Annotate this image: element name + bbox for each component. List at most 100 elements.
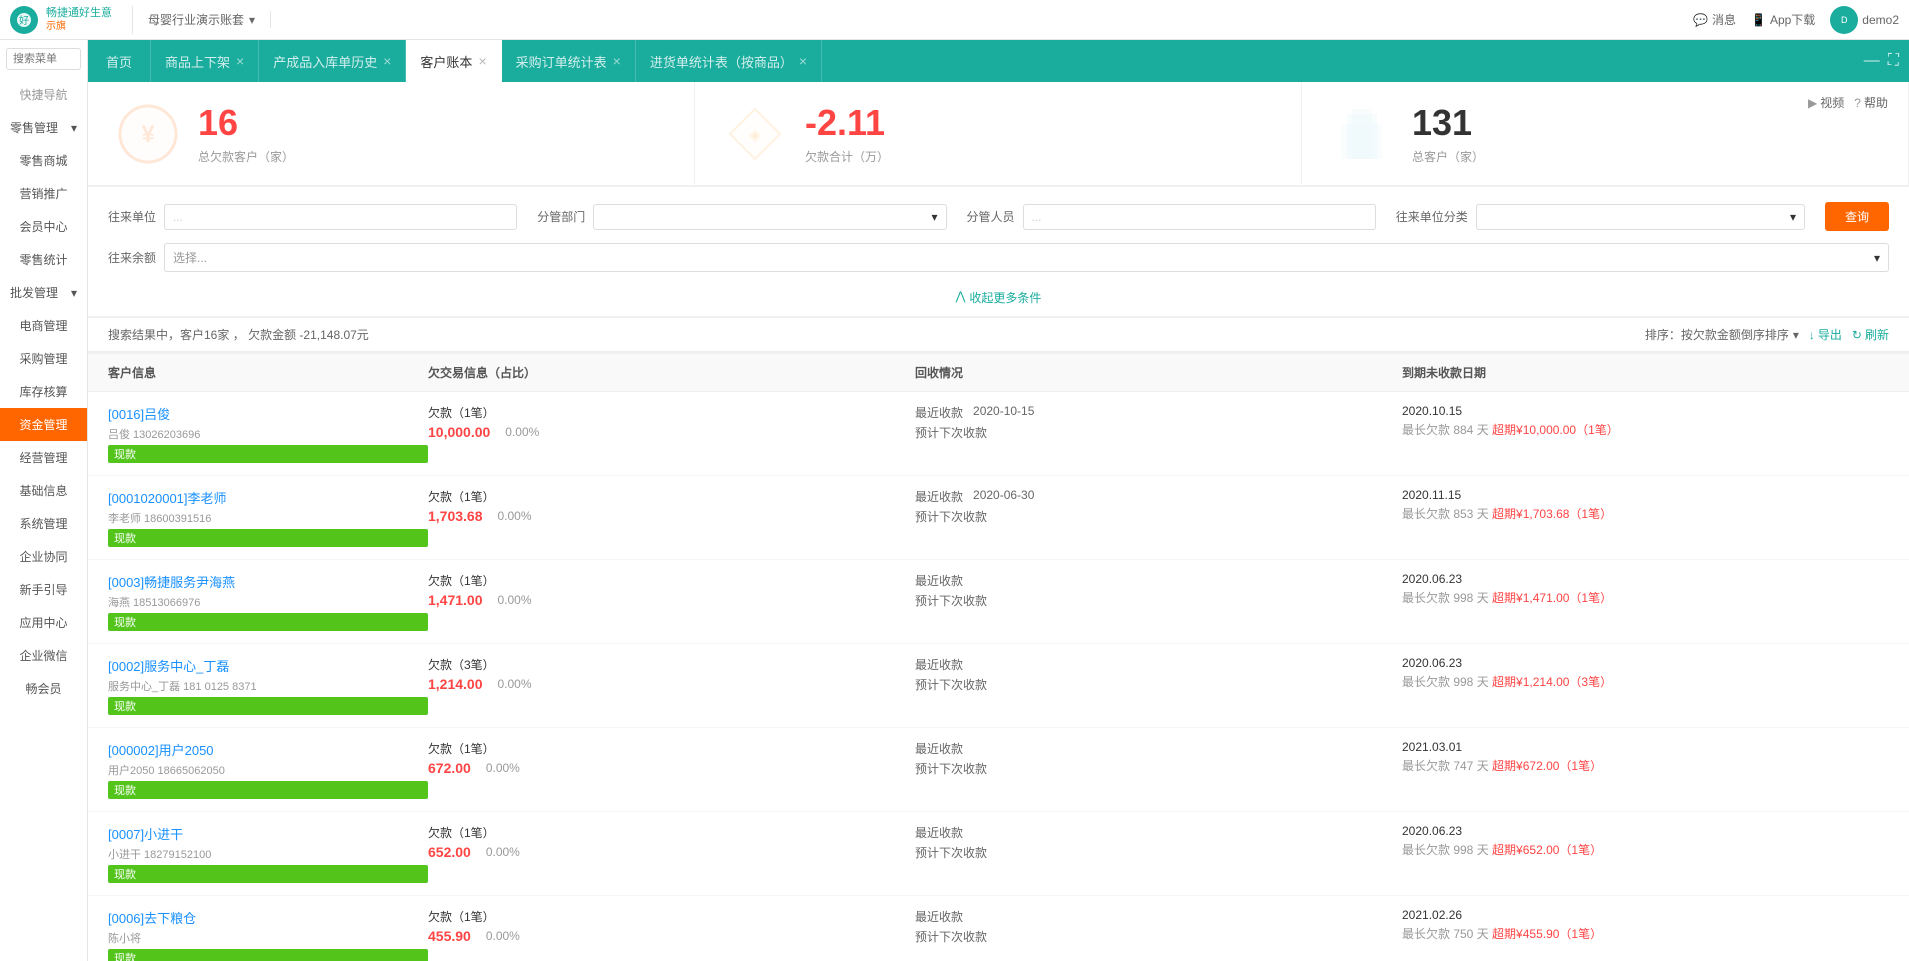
help-icon: ?: [1854, 96, 1861, 110]
filter-person-input[interactable]: ...: [1023, 204, 1376, 230]
app-download-btn[interactable]: 📱 App下载: [1751, 11, 1815, 28]
tab-home[interactable]: 首页: [88, 40, 151, 82]
filter-supplier-input[interactable]: ...: [164, 204, 517, 230]
customer-info-0016: [0016]吕俊 吕俊 13026203696 现款: [108, 404, 428, 463]
logo-area: 好 畅捷通好生意 示旗: [10, 6, 133, 34]
sidebar-item-marketing[interactable]: 营销推广: [0, 177, 87, 210]
tab-product-off[interactable]: 商品上下架 ×: [151, 40, 259, 82]
sidebar-search-area: [0, 40, 87, 78]
col-header-collection: 回收情况: [915, 364, 1402, 381]
overdue-link-4[interactable]: 超期¥672.00（1笔）: [1492, 759, 1602, 773]
sidebar-item-ecommerce-mgmt[interactable]: 电商管理: [0, 309, 87, 342]
stat-info-overdue-amount: -2.11 欠款合计（万）: [805, 102, 889, 165]
tab-close-instock-stats[interactable]: ×: [799, 54, 807, 68]
tag-xian-1: 现款: [108, 529, 428, 547]
sidebar-item-purchase-mgmt[interactable]: 采购管理: [0, 342, 87, 375]
filter-area: 往来单位 ... 分管部门 ▾: [88, 187, 1909, 316]
filter-balance-select[interactable]: 选择... ▾: [164, 243, 1889, 272]
sidebar-item-enterprise-coop[interactable]: 企业协同: [0, 540, 87, 573]
table-row: [0007]小进干 小进干 18279152100 现款 欠款（1笔） 652.…: [88, 812, 1909, 896]
customer-name-0003[interactable]: [0003]畅捷服务尹海燕: [108, 572, 428, 591]
table-row: [0016]吕俊 吕俊 13026203696 现款 欠款（1笔） 10,000…: [88, 392, 1909, 476]
sidebar-item-enterprise-wechat[interactable]: 企业微信: [0, 639, 87, 672]
tab-instock-stats[interactable]: 进货单统计表（按商品） ×: [636, 40, 822, 82]
tab-minimize-btn[interactable]: —: [1864, 52, 1880, 70]
customer-info-000002: [000002]用户2050 用户2050 18665062050 现款: [108, 740, 428, 799]
user-profile[interactable]: D demo2: [1830, 6, 1899, 34]
filter-category: 往来单位分类 ▾: [1396, 204, 1805, 230]
customer-name-000002[interactable]: [000002]用户2050: [108, 740, 428, 759]
sidebar-item-retail-mall[interactable]: 零售商城: [0, 144, 87, 177]
overdue-link-6[interactable]: 超期¥455.90（1笔）: [1492, 927, 1602, 941]
customer-name-00010200[interactable]: [0001020001]李老师: [108, 488, 428, 507]
message-btn[interactable]: 💬 消息: [1693, 11, 1736, 28]
sidebar-item-system-mgmt[interactable]: 系统管理: [0, 507, 87, 540]
sidebar-item-batch-mgmt[interactable]: 批发管理▾: [0, 276, 87, 309]
tab-purchase-order[interactable]: 采购订单统计表 ×: [502, 40, 636, 82]
overdue-link-1[interactable]: 超期¥1,703.68（1笔）: [1492, 507, 1612, 521]
video-help-btn[interactable]: ▶ 视频: [1808, 94, 1844, 111]
sidebar-item-vip-member[interactable]: 畅会员: [0, 672, 87, 705]
debt-info-0016: 欠款（1笔） 10,000.00 0.00%: [428, 404, 915, 463]
tab-close-purchase-order[interactable]: ×: [613, 54, 621, 68]
tab-maximize-btn[interactable]: ⛶: [1888, 52, 1899, 70]
tab-close-product-history[interactable]: ×: [383, 54, 391, 68]
refresh-btn[interactable]: ↻ 刷新: [1852, 326, 1889, 343]
stat-value-overdue-customers: 16: [198, 102, 294, 144]
stat-card-total-customers: 131 总客户（家） ▶ 视频 ? 帮助: [1302, 82, 1909, 185]
col-header-debt: 欠交易信息（占比）: [428, 364, 915, 381]
building-icon: [1332, 104, 1392, 164]
tab-product-history[interactable]: 产成品入库单历史 ×: [259, 40, 406, 82]
sidebar-item-member-center[interactable]: 会员中心: [0, 210, 87, 243]
collapse-bar[interactable]: ⋀ 收起更多条件: [108, 284, 1889, 311]
collection-info-5: 最近收款 预计下次收款: [915, 824, 1402, 883]
overdue-link-2[interactable]: 超期¥1,471.00（1笔）: [1492, 591, 1612, 605]
sidebar-item-basic-info[interactable]: 基础信息: [0, 474, 87, 507]
search-input[interactable]: [6, 48, 81, 70]
collection-info-4: 最近收款 预计下次收款: [915, 740, 1402, 799]
col-header-due-date: 到期未收款日期: [1402, 364, 1889, 381]
customer-name-0002[interactable]: [0002]服务中心_丁磊: [108, 656, 428, 675]
tab-close-customer-account[interactable]: ×: [478, 54, 486, 68]
sidebar-item-newbie-guide[interactable]: 新手引导: [0, 573, 87, 606]
tab-customer-account[interactable]: 客户账本 ×: [406, 40, 501, 82]
debt-info-4: 欠款（1笔） 672.00 0.00%: [428, 740, 915, 799]
sidebar-item-app-center[interactable]: 应用中心: [0, 606, 87, 639]
customer-name-0007[interactable]: [0007]小进干: [108, 824, 428, 843]
tab-bar-actions: — ⛶: [1854, 40, 1909, 82]
debt-info-5: 欠款（1笔） 652.00 0.00%: [428, 824, 915, 883]
export-btn[interactable]: ↓ 导出: [1809, 326, 1842, 343]
stat-label-total-customers: 总客户（家）: [1412, 148, 1484, 165]
overdue-link-0016[interactable]: 超期¥10,000.00（1笔）: [1492, 423, 1619, 437]
stat-label-overdue-amount: 欠款合计（万）: [805, 148, 889, 165]
sidebar-item-retail-stats[interactable]: 零售统计: [0, 243, 87, 276]
customer-name-0006[interactable]: [0006]去下粮仓: [108, 908, 428, 927]
filter-category-select[interactable]: ▾: [1476, 204, 1805, 230]
sidebar-item-operations-mgmt[interactable]: 经营管理: [0, 441, 87, 474]
filter-department-select[interactable]: ▾: [593, 204, 946, 230]
customer-sub-0016: 吕俊 13026203696: [108, 426, 428, 442]
filter-balance: 往来余额 选择... ▾: [108, 243, 1889, 272]
help-btn[interactable]: ? 帮助: [1854, 94, 1888, 111]
sort-select[interactable]: 排序：按欠款金额倒序排序 ▾: [1645, 326, 1799, 343]
video-icon: ▶: [1808, 96, 1817, 110]
store-selector[interactable]: 母婴行业演示账套 ▾: [133, 11, 271, 28]
mobile-icon: 📱: [1751, 13, 1766, 27]
overdue-link-3[interactable]: 超期¥1,214.00（3笔）: [1492, 675, 1612, 689]
sidebar: 快捷导航 零售管理▾ 零售商城 营销推广 会员中心 零售统计 批发管理▾ 电商管…: [0, 40, 88, 961]
overdue-link-5[interactable]: 超期¥652.00（1笔）: [1492, 843, 1602, 857]
sidebar-item-retail-mgmt[interactable]: 零售管理▾: [0, 111, 87, 144]
collapse-icon: ⋀: [956, 289, 966, 306]
search-button[interactable]: 查询: [1825, 202, 1889, 231]
stat-info-total-customers: 131 总客户（家）: [1412, 102, 1484, 165]
due-date-info-0016: 2020.10.15 最长欠款 884 天 超期¥10,000.00（1笔）: [1402, 404, 1889, 463]
sidebar-item-capital-mgmt[interactable]: 资金管理: [0, 408, 87, 441]
collection-info-0016: 最近收款 2020-10-15 预计下次收款: [915, 404, 1402, 463]
stat-label-overdue-customers: 总欠款客户（家）: [198, 148, 294, 165]
sidebar-item-inventory-check[interactable]: 库存核算: [0, 375, 87, 408]
filter-person-label: 分管人员: [967, 208, 1015, 225]
tab-close-product-off[interactable]: ×: [236, 54, 244, 68]
customer-name-0016[interactable]: [0016]吕俊: [108, 404, 428, 423]
col-header-customer: 客户信息: [108, 364, 428, 381]
svg-text:◈: ◈: [749, 127, 762, 144]
